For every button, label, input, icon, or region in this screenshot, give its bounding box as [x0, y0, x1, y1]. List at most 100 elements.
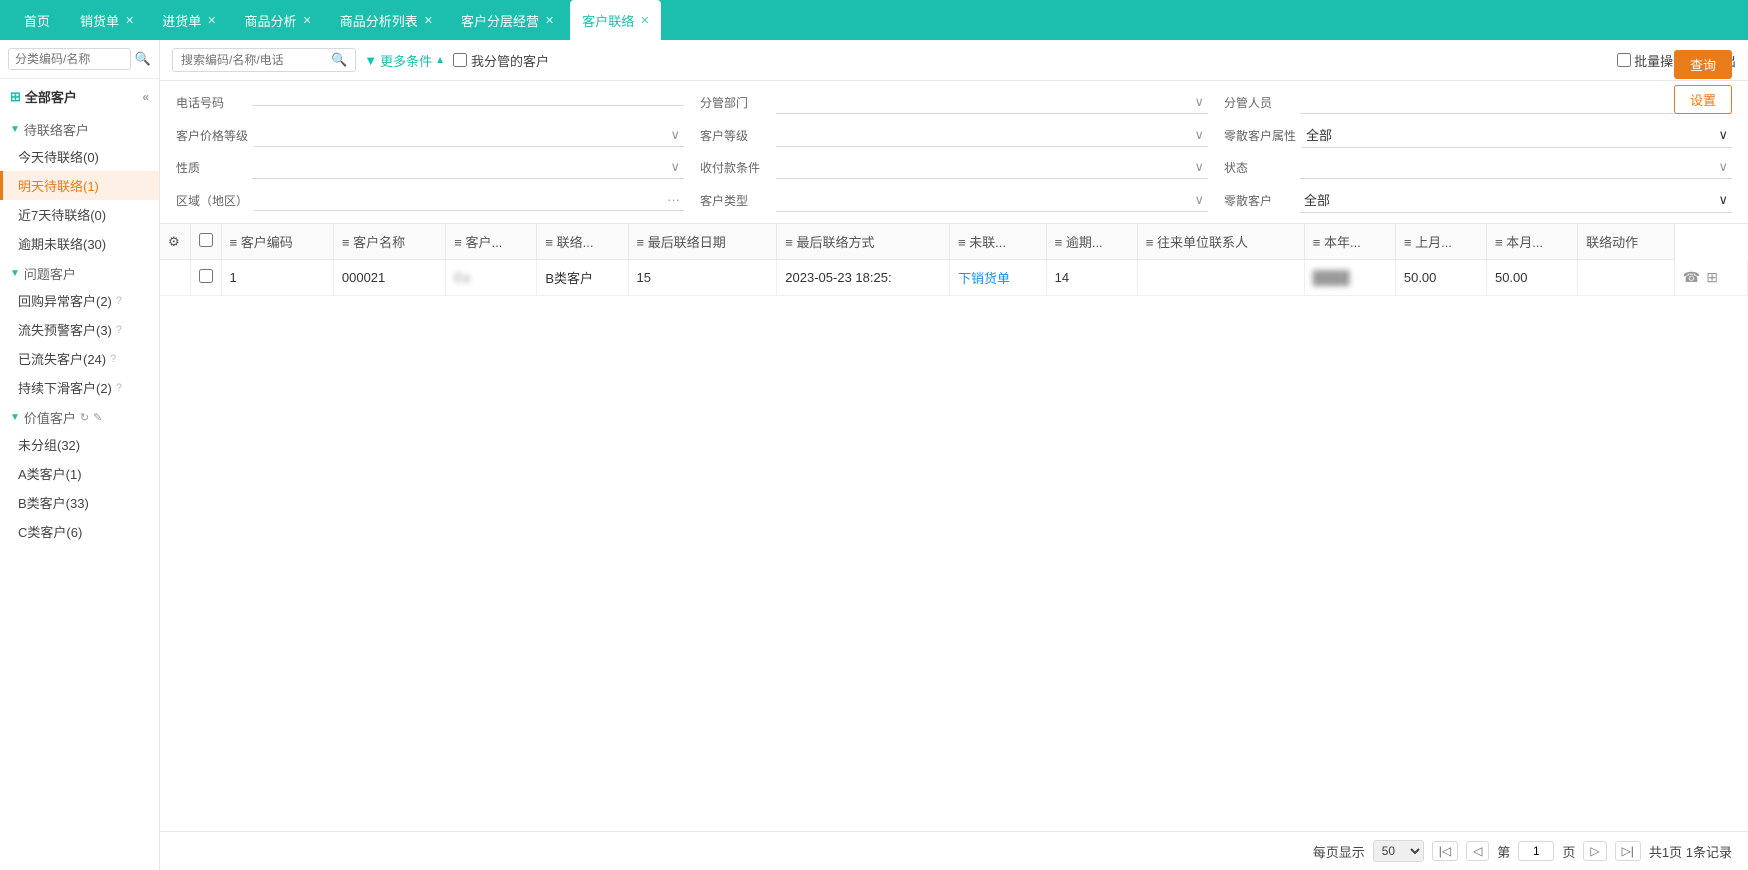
sidebar-item-week[interactable]: 近7天待联络(0) [0, 200, 159, 229]
sidebar-search-input[interactable] [8, 48, 131, 70]
col-code-header[interactable]: ≡ 客户编码 [221, 224, 333, 260]
per-page-label: 每页显示 [1313, 842, 1365, 861]
help-icon-1: ? [116, 295, 122, 307]
page-input[interactable] [1518, 841, 1554, 861]
sidebar-item-today[interactable]: 今天待联络(0) [0, 142, 159, 171]
close-analysis-list-icon[interactable]: ✕ [424, 14, 433, 27]
col-name-header[interactable]: ≡ 客户名称 [333, 224, 445, 260]
filter-search-input[interactable] [181, 53, 331, 67]
sidebar-item-churn-warning[interactable]: 流失预警客户(3) ? [0, 315, 159, 344]
sidebar-group-value: ▼ 价值客户 ↻ ✎ [0, 402, 159, 430]
manager-select[interactable]: ··· [1300, 92, 1732, 114]
sidebar-group-pending: ▼ 待联络客户 [0, 114, 159, 142]
close-purchase-icon[interactable]: ✕ [207, 14, 216, 27]
close-analysis-icon[interactable]: ✕ [303, 14, 312, 27]
nav-tab-purchase[interactable]: 进货单 ✕ [150, 0, 228, 40]
price-level-select[interactable]: ∨ [254, 124, 684, 147]
sidebar-item-b-class[interactable]: B类客户(33) [0, 488, 159, 517]
nav-tab-customer-contact[interactable]: 客户联络 ✕ [570, 0, 661, 40]
edit-value-icon[interactable]: ✎ [93, 411, 102, 424]
close-customer-contact-icon[interactable]: ✕ [640, 14, 649, 27]
status-label: 状态 [1224, 159, 1294, 176]
sidebar-item-repurchase-abnormal[interactable]: 回购异常客户(2) ? [0, 286, 159, 315]
filter-my-customers-check[interactable]: 我分管的客户 [453, 51, 549, 70]
row-checkbox-cell[interactable] [190, 260, 221, 296]
col-contact-count-header[interactable]: ≡ 联络... [537, 224, 628, 260]
nav-tab-sales[interactable]: 销货单 ✕ [68, 0, 146, 40]
retail-customer-select[interactable]: 全部 ∨ [1300, 187, 1732, 213]
last-method-link[interactable]: 下销货单 [958, 271, 1010, 286]
filter-row-price-level: 客户价格等级 ∨ [176, 122, 684, 148]
retail-attr-label: 零散客户属性 [1224, 127, 1296, 144]
col-unlinked-header[interactable]: ≡ 未联... [949, 224, 1046, 260]
last-page-btn[interactable]: ▷| [1615, 841, 1641, 861]
filter-row-retail-attr: 零散客户属性 全部 ∨ [1224, 122, 1732, 148]
nav-tab-analysis-list[interactable]: 商品分析列表 ✕ [328, 0, 445, 40]
sidebar-item-a-class[interactable]: A类客户(1) [0, 459, 159, 488]
col-type-header[interactable]: ≡ 客户... [446, 224, 537, 260]
batch-op-checkbox[interactable] [1617, 53, 1631, 67]
sidebar-item-c-class[interactable]: C类客户(6) [0, 517, 159, 546]
sidebar-item-churned[interactable]: 已流失客户(24) ? [0, 344, 159, 373]
close-sales-icon[interactable]: ✕ [125, 14, 134, 27]
row-this-year-cell: 50.00 [1395, 260, 1486, 296]
prev-page-btn[interactable]: ◁ [1466, 841, 1489, 861]
filter-action-btns: 查询 设置 [1674, 50, 1732, 114]
sidebar-item-overdue[interactable]: 逾期未联络(30) [0, 229, 159, 258]
sidebar-search-icon[interactable]: 🔍 [135, 51, 151, 67]
settings-button[interactable]: 设置 [1674, 85, 1732, 114]
sidebar-item-tomorrow[interactable]: 明天待联络(1) [0, 171, 159, 200]
row-last-month-cell: 50.00 [1486, 260, 1577, 296]
row-last-method-cell[interactable]: 下销货单 [949, 260, 1046, 296]
col-overdue-header[interactable]: ≡ 逾期... [1046, 224, 1137, 260]
sidebar-item-ungrouped[interactable]: 未分组(32) [0, 430, 159, 459]
customer-level-select[interactable]: ∨ [776, 124, 1208, 147]
chevron-down-icon-7: ∨ [1718, 159, 1728, 175]
my-customers-checkbox[interactable] [453, 53, 467, 67]
nav-home[interactable]: 首页 [10, 11, 64, 30]
nature-select[interactable]: ∨ [252, 156, 684, 179]
status-select[interactable]: ∨ [1300, 156, 1732, 179]
filter-row-payment: 收付款条件 ∨ [700, 156, 1208, 179]
chevron-down-icon-9: ∨ [1718, 192, 1728, 208]
filter-row-customer-level: 客户等级 ∨ [700, 122, 1208, 148]
select-all-checkbox[interactable] [199, 233, 213, 247]
sidebar-item-declining[interactable]: 持续下滑客户(2) ? [0, 373, 159, 402]
close-customer-mgmt-icon[interactable]: ✕ [545, 14, 554, 27]
col-checkbox-header[interactable] [190, 224, 221, 260]
row-last-date-cell: 2023-05-23 18:25: [777, 260, 950, 296]
col-this-year-header[interactable]: ≡ 本年... [1304, 224, 1395, 260]
filter-search-box: 🔍 [172, 48, 356, 72]
region-select[interactable]: ··· [254, 189, 684, 211]
col-settings-header[interactable]: ⚙ [160, 224, 190, 260]
filter-search-icon[interactable]: 🔍 [331, 52, 347, 68]
row-checkbox[interactable] [199, 269, 213, 283]
payment-select[interactable]: ∨ [776, 156, 1208, 179]
col-this-month-header[interactable]: ≡ 本月... [1486, 224, 1577, 260]
page-end-label: 页 [1562, 842, 1575, 861]
phone-input[interactable] [252, 99, 684, 106]
customer-type-select[interactable]: ∨ [776, 189, 1208, 212]
page-size-select[interactable]: 50 100 200 [1373, 840, 1424, 862]
sidebar-all-customers[interactable]: ⊞ 全部客户 « [0, 79, 159, 114]
filter-row-nature: 性质 ∨ [176, 156, 684, 179]
col-contact-person-header[interactable]: ≡ 往来单位联系人 [1137, 224, 1304, 260]
action-more-icon[interactable]: ⊞ [1706, 269, 1718, 286]
next-page-btn[interactable]: ▷ [1583, 841, 1606, 861]
refresh-value-icon[interactable]: ↻ [80, 411, 89, 424]
retail-attr-select[interactable]: 全部 ∨ [1302, 122, 1732, 148]
col-last-date-header[interactable]: ≡ 最后联络日期 [628, 224, 777, 260]
nav-tab-analysis[interactable]: 商品分析 ✕ [232, 0, 323, 40]
col-last-method-header[interactable]: ≡ 最后联络方式 [777, 224, 950, 260]
dept-select[interactable]: ∨ [776, 91, 1208, 114]
nav-tab-customer-mgmt[interactable]: 客户分层经营 ✕ [449, 0, 566, 40]
action-phone-icon[interactable]: ☎ [1683, 269, 1700, 286]
filter-more-btn[interactable]: ▼ 更多条件 ▲ [364, 51, 445, 70]
manager-label: 分管人员 [1224, 94, 1294, 111]
table-wrapper: ⚙ ≡ 客户编码 ≡ 客户名称 ≡ 客户... [160, 224, 1748, 831]
help-icon-2: ? [116, 324, 122, 336]
row-type-cell: B类客户 [537, 260, 628, 296]
first-page-btn[interactable]: |◁ [1432, 841, 1458, 861]
query-button[interactable]: 查询 [1674, 50, 1732, 79]
col-last-month-header[interactable]: ≡ 上月... [1395, 224, 1486, 260]
